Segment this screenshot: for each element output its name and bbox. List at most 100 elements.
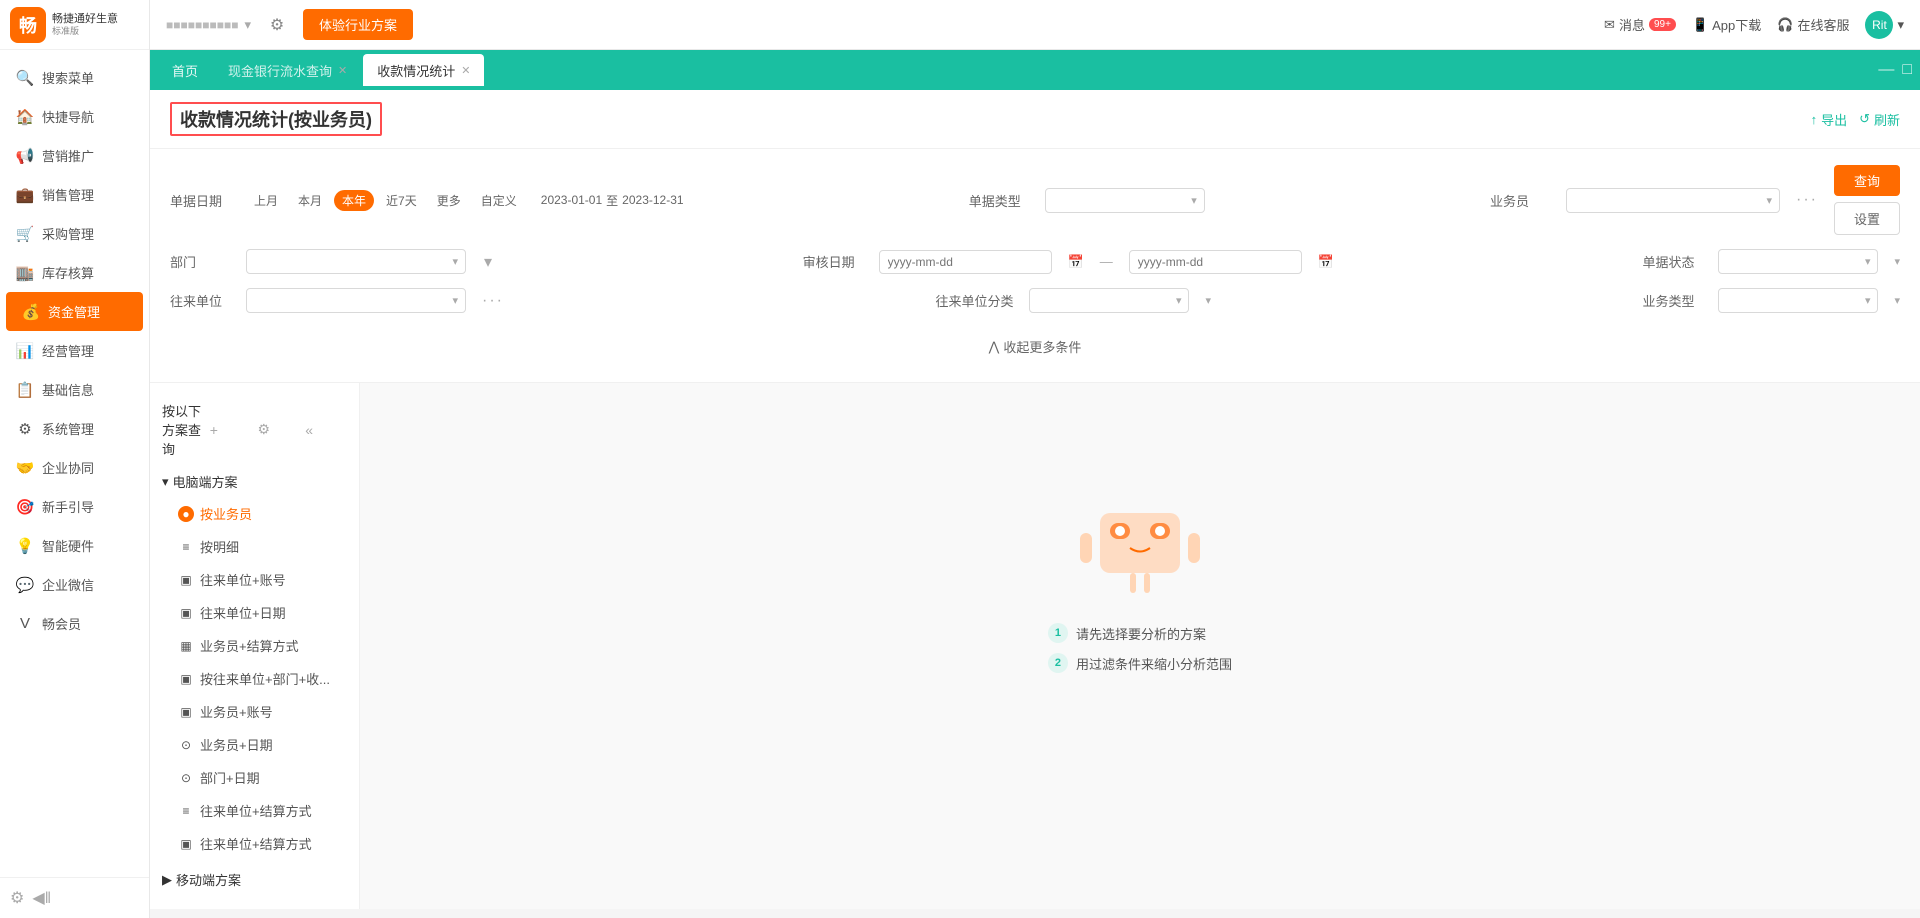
biz-type-arrow-icon: ▾ [1894,294,1900,307]
scheme-partner-date-icon: ▣ [178,605,194,621]
left-panel: 按以下方案查询 + ⚙ « ▾ 电脑端方案 ● 按业务员 [150,383,360,909]
date-tab-more[interactable]: 更多 [429,190,469,211]
app-download-btn[interactable]: 📱 App下载 [1692,15,1761,34]
counterparty-category-label: 往来单位分类 [935,291,1013,310]
user-avatar[interactable]: Rit ▾ [1865,11,1904,39]
calendar-from-icon[interactable]: 📅 [1068,254,1084,270]
sidebar-item-销售管理[interactable]: 💼销售管理 [0,175,149,214]
mobile-scheme-group: ▶ 移动端方案 [150,864,359,895]
sidebar-item-营销推广[interactable]: 📢营销推广 [0,136,149,175]
scheme-item-dept-date[interactable]: ⊙ 部门+日期 [150,761,359,794]
tab-collection-stats[interactable]: 收款情况统计 ✕ [363,54,484,86]
dept-select-wrapper [246,249,466,274]
cat-arrow-icon: ▾ [1205,294,1211,307]
nav-icon-13: 💬 [16,576,34,594]
sidebar-item-采购管理[interactable]: 🛒采购管理 [0,214,149,253]
query-btn[interactable]: 查询 [1834,165,1900,196]
sidebar-item-系统管理[interactable]: ⚙系统管理 [0,409,149,448]
salesperson-input[interactable] [1566,188,1780,213]
date-tab-this-year[interactable]: 本年 [334,190,374,211]
scheme-partner-account-icon: ▣ [178,572,194,588]
scheme-detail-icon: ≡ [178,539,194,555]
doc-type-select-wrapper [1045,188,1205,213]
export-btn[interactable]: ↑ 导出 [1811,110,1848,129]
calendar-to-icon[interactable]: 📅 [1318,254,1334,270]
close-collection-tab-icon[interactable]: ✕ [461,64,470,77]
tabs-controls: — □ [1878,61,1912,79]
tabs-bar: 首页 现金银行流水查询 ✕ 收款情况统计 ✕ — □ [150,50,1920,90]
add-scheme-icon[interactable]: + [210,422,252,438]
sidebar-item-智能硬件[interactable]: 💡智能硬件 [0,526,149,565]
sidebar-item-基础信息[interactable]: 📋基础信息 [0,370,149,409]
mobile-scheme-title[interactable]: ▶ 移动端方案 [150,864,359,895]
settings-btn[interactable]: 设置 [1834,202,1900,235]
date-tab-this-month[interactable]: 本月 [290,190,330,211]
dropdown-arrow-icon[interactable]: ▾ [244,17,251,33]
sidebar-item-畅会员[interactable]: V畅会员 [0,604,149,643]
sidebar-item-快捷导航[interactable]: 🏠快捷导航 [0,97,149,136]
review-date-to[interactable] [1129,250,1302,274]
date-separator: 至 [606,192,618,209]
scheme-item-partner-dept[interactable]: ▣ 按往来单位+部门+收... [150,662,359,695]
maximize-window-btn[interactable]: □ [1902,61,1912,79]
empty-tips: 1 请先选择要分析的方案 2 用过滤条件来缩小分析范围 [1048,623,1232,673]
date-tab-7days[interactable]: 近7天 [378,190,425,211]
headset-icon: 🎧 [1777,17,1793,33]
scheme-item-detail[interactable]: ≡ 按明细 [150,530,359,563]
sidebar-item-新手引导[interactable]: 🎯新手引导 [0,487,149,526]
tip-num-2: 2 [1048,653,1068,673]
counterparty-more-icon[interactable]: ··· [482,292,504,310]
doc-status-arrow: ▾ [1894,255,1900,268]
minimize-window-btn[interactable]: — [1878,61,1894,79]
scheme-settings-icon[interactable]: ⚙ [258,421,300,438]
review-date-from[interactable] [879,250,1052,274]
topbar: ■■■■■■■■■■ ▾ ⚙ 体验行业方案 ✉ 消息 99+ 📱 App下载 🎧… [150,0,1920,50]
sidebar-item-搜索菜单[interactable]: 🔍搜索菜单 [0,58,149,97]
page-actions: ↑ 导出 ↺ 刷新 [1811,110,1900,129]
scheme-item-partner-settle1[interactable]: ≡ 往来单位+结算方式 [150,794,359,827]
scheme-item-salesperson-settlement[interactable]: ▦ 业务员+结算方式 [150,629,359,662]
pc-scheme-title[interactable]: ▾ 电脑端方案 [150,466,359,497]
dept-more-icon[interactable]: ▾ [484,252,494,272]
biz-type-select[interactable] [1718,288,1878,313]
content-inner: 收款情况统计(按业务员) ↑ 导出 ↺ 刷新 单据日期 [150,90,1920,909]
close-cashflow-tab-icon[interactable]: ✕ [338,64,347,77]
scheme-item-salesperson-date[interactable]: ⊙ 业务员+日期 [150,728,359,761]
scheme-item-partner-account[interactable]: ▣ 往来单位+账号 [150,563,359,596]
mobile-icon: 📱 [1692,17,1708,33]
trial-btn[interactable]: 体验行业方案 [303,9,413,40]
date-label: 单据日期 [170,191,230,210]
collapse-btn[interactable]: ⋀ 收起更多条件 [989,337,1082,356]
scheme-partner-settle2-label: 往来单位+结算方式 [200,834,312,853]
date-tab-custom[interactable]: 自定义 [473,190,525,211]
refresh-btn[interactable]: ↺ 刷新 [1859,110,1900,129]
sidebar-item-资金管理[interactable]: 💰资金管理 [6,292,143,331]
scheme-partner-settle1-icon: ≡ [178,803,194,819]
page-header: 收款情况统计(按业务员) ↑ 导出 ↺ 刷新 [150,90,1920,149]
tab-home[interactable]: 首页 [158,54,212,86]
scheme-item-partner-date[interactable]: ▣ 往来单位+日期 [150,596,359,629]
dept-input[interactable] [246,249,466,274]
messages-btn[interactable]: ✉ 消息 99+ [1604,15,1676,34]
sidebar-item-企业协同[interactable]: 🤝企业协同 [0,448,149,487]
collapse-panel-icon[interactable]: « [305,422,347,438]
date-tab-last-month[interactable]: 上月 [246,190,286,211]
online-service-btn[interactable]: 🎧 在线客服 [1777,15,1849,34]
tab-cashflow[interactable]: 现金银行流水查询 ✕ [214,54,361,86]
scheme-item-salesperson-account[interactable]: ▣ 业务员+账号 [150,695,359,728]
salesperson-more-icon[interactable]: ··· [1796,191,1818,209]
doc-type-select[interactable] [1045,188,1205,213]
collapse-sidebar-icon[interactable]: ◀‖ [32,888,51,908]
scheme-item-salesperson[interactable]: ● 按业务员 [150,497,359,530]
nav-icon-14: V [16,615,34,633]
counterparty-input[interactable] [246,288,466,313]
sidebar-item-经营管理[interactable]: 📊经营管理 [0,331,149,370]
counterparty-category-select[interactable] [1029,288,1189,313]
scheme-item-partner-settle2[interactable]: ▣ 往来单位+结算方式 [150,827,359,860]
doc-status-select[interactable] [1718,249,1878,274]
sidebar-item-企业微信[interactable]: 💬企业微信 [0,565,149,604]
settings-footer-icon[interactable]: ⚙ [10,888,24,908]
scheme-partner-dept-label: 按往来单位+部门+收... [200,669,330,688]
sidebar-item-库存核算[interactable]: 🏬库存核算 [0,253,149,292]
gear-icon[interactable]: ⚙ [263,11,291,39]
